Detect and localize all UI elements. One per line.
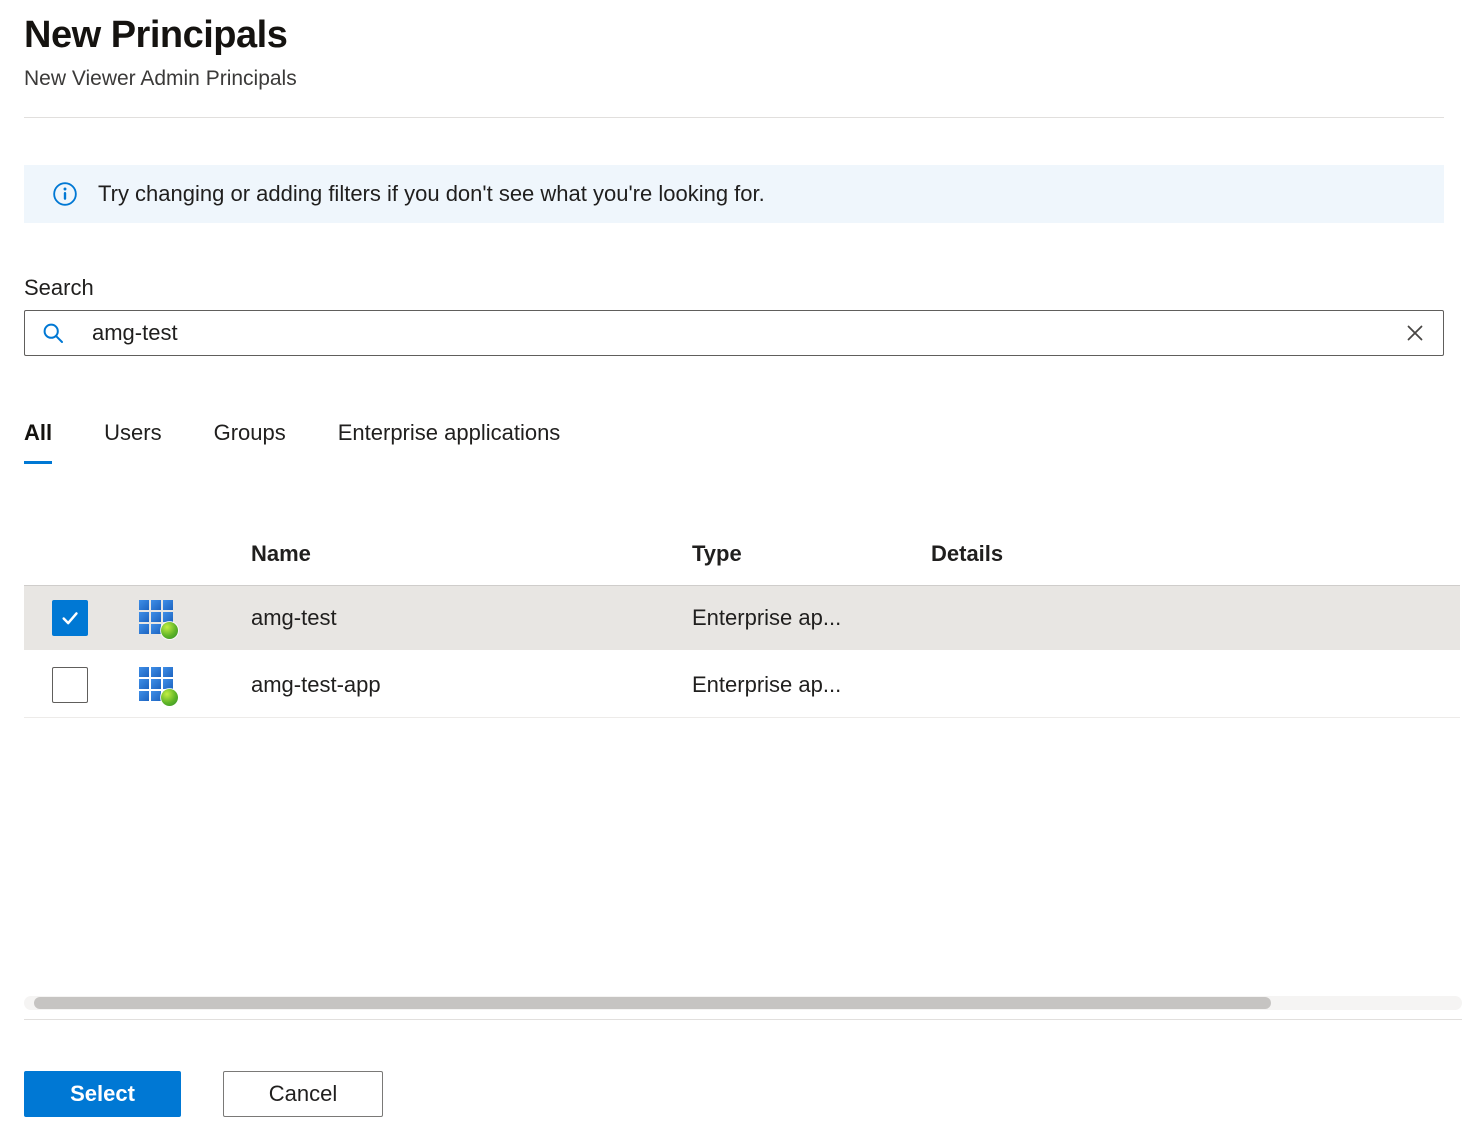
tab-bar: All Users Groups Enterprise applications (24, 420, 1444, 464)
row-name: amg-test (251, 605, 692, 631)
tab-groups[interactable]: Groups (214, 420, 286, 464)
enterprise-application-icon (139, 600, 175, 636)
footer-divider (24, 1019, 1462, 1020)
page-subtitle: New Viewer Admin Principals (24, 67, 1444, 91)
enterprise-application-icon (139, 667, 175, 703)
cancel-button[interactable]: Cancel (223, 1071, 383, 1117)
horizontal-scrollbar[interactable] (24, 996, 1462, 1010)
clear-search-button[interactable] (1399, 317, 1431, 349)
table-row[interactable]: amg-test-app Enterprise ap... (24, 652, 1460, 718)
close-icon (1403, 321, 1427, 345)
footer-actions: Select Cancel (24, 1071, 383, 1117)
header-divider (24, 117, 1444, 118)
column-header-details[interactable]: Details (931, 541, 1460, 567)
column-header-name[interactable]: Name (251, 541, 692, 567)
tab-all[interactable]: All (24, 420, 52, 464)
new-principals-panel: New Principals New Viewer Admin Principa… (0, 0, 1468, 1144)
globe-badge-icon (161, 689, 178, 706)
scrollbar-thumb[interactable] (34, 997, 1271, 1009)
principals-table: Name Type Details amg-test Enterprise ap… (24, 522, 1460, 718)
row-name: amg-test-app (251, 672, 692, 698)
info-icon (52, 181, 78, 207)
checkmark-icon (59, 607, 81, 629)
row-type: Enterprise ap... (692, 605, 931, 631)
info-banner: Try changing or adding filters if you do… (24, 165, 1444, 223)
row-checkbox[interactable] (52, 667, 88, 703)
page-title: New Principals (24, 14, 1444, 57)
search-box[interactable] (24, 310, 1444, 356)
search-input[interactable] (92, 320, 1399, 346)
row-type: Enterprise ap... (692, 672, 931, 698)
select-button[interactable]: Select (24, 1071, 181, 1117)
tab-enterprise-applications[interactable]: Enterprise applications (338, 420, 561, 464)
tab-users[interactable]: Users (104, 420, 161, 464)
globe-badge-icon (161, 622, 178, 639)
row-checkbox[interactable] (52, 600, 88, 636)
table-row[interactable]: amg-test Enterprise ap... (24, 586, 1460, 652)
info-banner-text: Try changing or adding filters if you do… (98, 181, 765, 207)
search-icon (41, 321, 65, 345)
search-label: Search (24, 275, 1444, 301)
table-header: Name Type Details (24, 522, 1460, 586)
column-header-type[interactable]: Type (692, 541, 931, 567)
